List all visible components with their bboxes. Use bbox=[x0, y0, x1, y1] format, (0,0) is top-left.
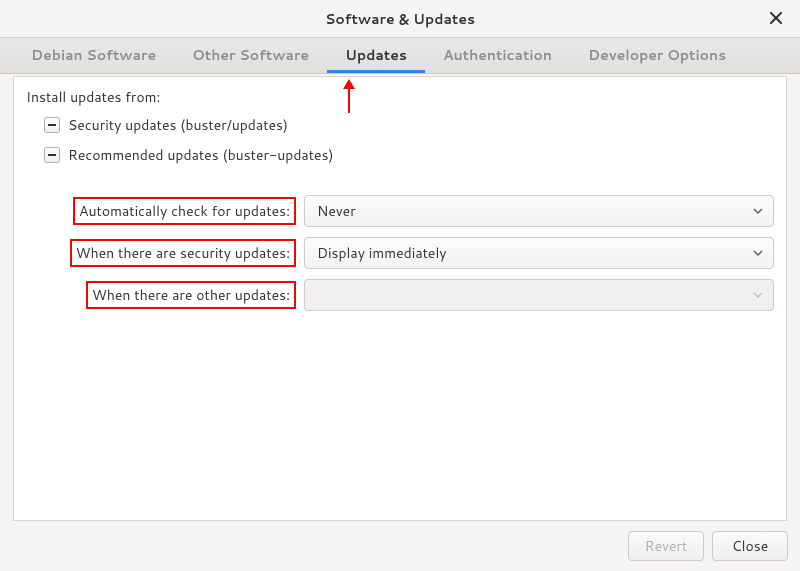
chevron-down-icon bbox=[753, 208, 763, 214]
auto-check-dropdown[interactable]: Never bbox=[304, 195, 774, 227]
other-updates-dropdown bbox=[304, 279, 774, 311]
check-label: Recommended updates (buster-updates) bbox=[68, 145, 334, 165]
dropdown-value: Display immediately bbox=[317, 243, 447, 263]
install-from-label: Install updates from: bbox=[26, 87, 774, 107]
row-security-updates: When there are security updates: Display… bbox=[26, 237, 774, 269]
chevron-down-icon bbox=[753, 292, 763, 298]
chevron-down-icon bbox=[753, 250, 763, 256]
tab-other-software[interactable]: Other Software bbox=[174, 39, 327, 73]
updates-panel: Install updates from: Security updates (… bbox=[13, 76, 787, 521]
close-icon bbox=[770, 9, 782, 29]
close-button[interactable]: Close bbox=[712, 531, 788, 561]
dropdown-value: Never bbox=[317, 201, 356, 221]
security-updates-label: When there are security updates: bbox=[26, 239, 298, 267]
tab-authentication[interactable]: Authentication bbox=[425, 39, 570, 73]
security-updates-dropdown[interactable]: Display immediately bbox=[304, 237, 774, 269]
row-auto-check: Automatically check for updates: Never bbox=[26, 195, 774, 227]
title-bar: Software & Updates bbox=[0, 0, 800, 38]
tab-debian-software[interactable]: Debian Software bbox=[13, 39, 174, 73]
software-updates-window: Software & Updates Debian Software Other… bbox=[0, 0, 800, 571]
checkbox-mixed-icon bbox=[44, 117, 60, 133]
annotation-box: Automatically check for updates: bbox=[73, 197, 296, 225]
action-bar: Revert Close bbox=[0, 527, 800, 571]
tab-developer-options[interactable]: Developer Options bbox=[570, 39, 744, 73]
tab-bar: Debian Software Other Software Updates A… bbox=[0, 38, 800, 74]
window-close-button[interactable] bbox=[762, 0, 790, 38]
check-security-updates[interactable]: Security updates (buster/updates) bbox=[44, 115, 774, 135]
row-other-updates: When there are other updates: bbox=[26, 279, 774, 311]
window-title: Software & Updates bbox=[325, 9, 475, 29]
auto-check-label: Automatically check for updates: bbox=[26, 197, 298, 225]
revert-button: Revert bbox=[628, 531, 704, 561]
annotation-box: When there are other updates: bbox=[86, 281, 296, 309]
check-recommended-updates[interactable]: Recommended updates (buster-updates) bbox=[44, 145, 774, 165]
annotation-box: When there are security updates: bbox=[70, 239, 296, 267]
other-updates-label: When there are other updates: bbox=[26, 281, 298, 309]
checkbox-mixed-icon bbox=[44, 147, 60, 163]
tab-updates[interactable]: Updates bbox=[327, 39, 425, 73]
check-label: Security updates (buster/updates) bbox=[68, 115, 288, 135]
